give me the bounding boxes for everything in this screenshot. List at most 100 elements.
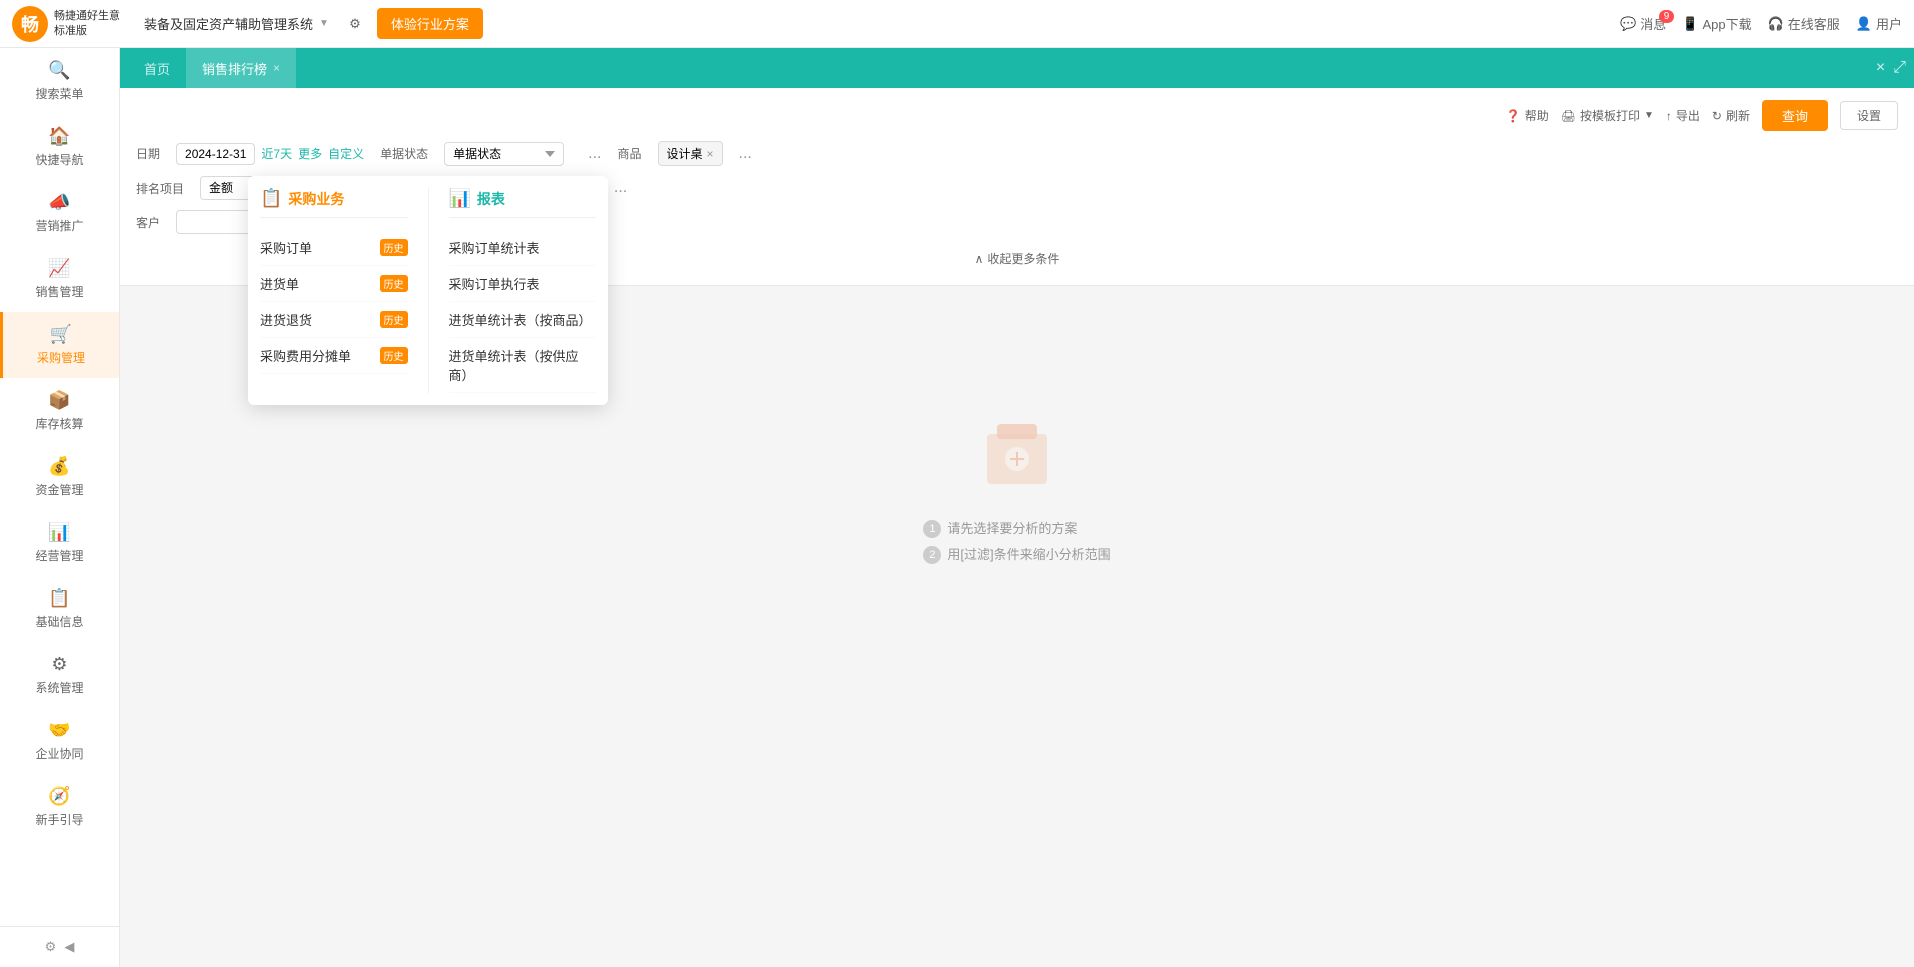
sales-icon: 📈 [48, 258, 70, 279]
hint-item-1: 1 请先选择要分析的方案 [923, 516, 1110, 542]
menu-item-purchase-order[interactable]: 采购订单 历史 [260, 230, 408, 266]
sidebar-item-purchase[interactable]: 🛒 采购管理 [0, 312, 119, 378]
tab-resize-btn[interactable]: ⤢ [1893, 59, 1906, 77]
app-container: 畅 畅捷通好生意 标准版 装备及固定资产辅助管理系统 ▼ ⚙ 体验行业方案 💬 … [0, 0, 1914, 967]
goods-tag[interactable]: 设计桌 × [658, 141, 723, 166]
goods-label: 商品 [617, 145, 641, 162]
sidebar-item-collab[interactable]: 🤝 企业协同 [0, 708, 119, 774]
toolbar-right: ❓ 帮助 🖨 按模板打印 ▼ ↑ 导出 [1506, 100, 1898, 131]
settings-icon-btn[interactable]: ⚙ [341, 10, 369, 38]
system-title[interactable]: 装备及固定资产辅助管理系统 ▼ [132, 14, 341, 33]
sidebar-item-operations[interactable]: 📊 经营管理 [0, 510, 119, 576]
collab-icon: 🤝 [48, 720, 70, 741]
sidebar-collapse-icon[interactable]: ◀ [64, 939, 74, 955]
history-badge-1: 历史 [380, 275, 408, 292]
sidebar-item-finance[interactable]: 💰 资金管理 [0, 444, 119, 510]
system-icon: ⚙ [51, 654, 67, 675]
purchase-icon: 🛒 [50, 324, 72, 345]
menu-item-receipt-stats-supplier[interactable]: 进货单统计表（按供应商） [449, 338, 597, 393]
logo-text: 畅捷通好生意 标准版 [54, 9, 120, 38]
page-content: ❓ 帮助 🖨 按模板打印 ▼ ↑ 导出 [120, 88, 1914, 967]
marketing-icon: 📣 [48, 192, 70, 213]
date-link-more[interactable]: 更多 [298, 145, 322, 162]
tab-right-actions: × ⤢ [1876, 59, 1906, 77]
tab-close-btn[interactable]: × [1876, 59, 1885, 77]
date-value[interactable]: 2024-12-31 [176, 143, 255, 165]
customer-label: 客户 [136, 214, 160, 231]
date-link-custom[interactable]: 自定义 [328, 145, 364, 162]
refresh-btn[interactable]: ↻ 刷新 [1712, 107, 1750, 124]
sidebar-item-sales[interactable]: 📈 销售管理 [0, 246, 119, 312]
print-icon: 🖨 [1561, 109, 1576, 123]
collapse-button[interactable]: ∧ 收起更多条件 [975, 250, 1060, 267]
sidebar-item-system[interactable]: ⚙ 系统管理 [0, 642, 119, 708]
menu-col-report: 📊 报表 采购订单统计表 采购订单执行表 进货单统计表（按商品） [449, 188, 597, 393]
sidebar-item-search[interactable]: 🔍 搜索菜单 [0, 48, 119, 114]
set-button[interactable]: 设置 [1840, 101, 1898, 130]
online-service-item[interactable]: 🎧 在线客服 [1768, 14, 1840, 33]
export-btn[interactable]: ↑ 导出 [1666, 107, 1700, 124]
message-icon: 💬 [1620, 16, 1636, 32]
message-badge: 9 [1659, 10, 1675, 23]
salesman-dots[interactable]: ... [614, 179, 627, 197]
goods-tag-close[interactable]: × [707, 147, 714, 161]
menu-item-expense[interactable]: 采购费用分摊单 历史 [260, 338, 408, 374]
doc-status-select[interactable]: 单据状态 [444, 142, 564, 166]
app-download-item[interactable]: 📱 App下载 [1682, 14, 1751, 33]
phone-icon: 📱 [1682, 16, 1698, 32]
hint-item-2: 2 用[过滤]条件来缩小分析范围 [923, 542, 1110, 568]
help-btn[interactable]: ❓ 帮助 [1506, 107, 1549, 124]
menu-item-order-exec[interactable]: 采购订单执行表 [449, 266, 597, 302]
date-range: 2024-12-31 近7天 更多 自定义 [176, 143, 364, 165]
menu-item-return[interactable]: 进货退货 历史 [260, 302, 408, 338]
sidebar-item-guide[interactable]: 🧭 新手引导 [0, 774, 119, 840]
top-right: 💬 消息 9 📱 App下载 🎧 在线客服 👤 用户 [1620, 14, 1902, 33]
filter-row-date: 日期 2024-12-31 近7天 更多 自定义 单据状态 单据状态 ... 商… [136, 141, 1898, 166]
goods-dots[interactable]: ... [739, 145, 752, 163]
print-arrow-icon: ▼ [1644, 110, 1654, 121]
tab-sales-rank[interactable]: 销售排行榜 × [186, 48, 296, 88]
sidebar-item-inventory[interactable]: 📦 库存核算 [0, 378, 119, 444]
logo-icon: 畅 [12, 6, 48, 42]
doc-status-label: 单据状态 [380, 145, 428, 162]
industry-button[interactable]: 体验行业方案 [377, 8, 483, 39]
tab-home[interactable]: 首页 [128, 48, 186, 88]
menu-item-receipt[interactable]: 进货单 历史 [260, 266, 408, 302]
print-btn[interactable]: 🖨 按模板打印 ▼ [1561, 107, 1654, 124]
sidebar-item-marketing[interactable]: 📣 营销推广 [0, 180, 119, 246]
menu-divider [428, 188, 429, 393]
content-area: 首页 销售排行榜 × × ⤢ [120, 48, 1914, 967]
logo-area: 畅 畅捷通好生意 标准版 [12, 6, 132, 42]
guide-icon: 🧭 [48, 786, 70, 807]
finance-icon: 💰 [48, 456, 70, 477]
user-item[interactable]: 👤 用户 [1856, 14, 1902, 33]
sidebar-item-quick-nav[interactable]: 🏠 快捷导航 [0, 114, 119, 180]
export-icon: ↑ [1666, 109, 1672, 123]
operations-icon: 📊 [48, 522, 70, 543]
menu-item-order-stats[interactable]: 采购订单统计表 [449, 230, 597, 266]
sidebar-item-basic-info[interactable]: 📋 基础信息 [0, 576, 119, 642]
date-link-7days[interactable]: 近7天 [261, 145, 292, 162]
collapse-icon: ∧ [975, 252, 984, 266]
tab-bar: 首页 销售排行榜 × × ⤢ [120, 48, 1914, 88]
report-menu-icon: 📊 [449, 188, 471, 209]
message-item[interactable]: 💬 消息 9 [1620, 14, 1666, 33]
history-badge-0: 历史 [380, 239, 408, 256]
main-layout: 🔍 搜索菜单 🏠 快捷导航 📣 营销推广 📈 销售管理 🛒 采购管理 📦 [0, 48, 1914, 967]
headset-icon: 🎧 [1768, 16, 1784, 32]
sidebar-bottom: ⚙ ◀ [0, 926, 119, 967]
search-icon: 🔍 [48, 60, 70, 81]
history-badge-3: 历史 [380, 347, 408, 364]
bottom-settings-icon[interactable]: ⚙ [45, 939, 57, 955]
menu-col-purchase: 📋 采购业务 采购订单 历史 进货单 历史 进货退货 [260, 188, 408, 393]
dropdown-arrow-icon: ▼ [319, 18, 329, 29]
dropdown-menu: 📋 采购业务 采购订单 历史 进货单 历史 进货退货 [248, 176, 608, 405]
query-button[interactable]: 查询 [1762, 100, 1828, 131]
menu-item-receipt-stats-goods[interactable]: 进货单统计表（按商品） [449, 302, 597, 338]
home-icon: 🏠 [48, 126, 70, 147]
tab-close-icon[interactable]: × [273, 61, 280, 75]
doc-status-dots[interactable]: ... [588, 145, 601, 163]
sidebar: 🔍 搜索菜单 🏠 快捷导航 📣 营销推广 📈 销售管理 🛒 采购管理 📦 [0, 48, 120, 967]
history-badge-2: 历史 [380, 311, 408, 328]
refresh-icon: ↻ [1712, 109, 1722, 123]
